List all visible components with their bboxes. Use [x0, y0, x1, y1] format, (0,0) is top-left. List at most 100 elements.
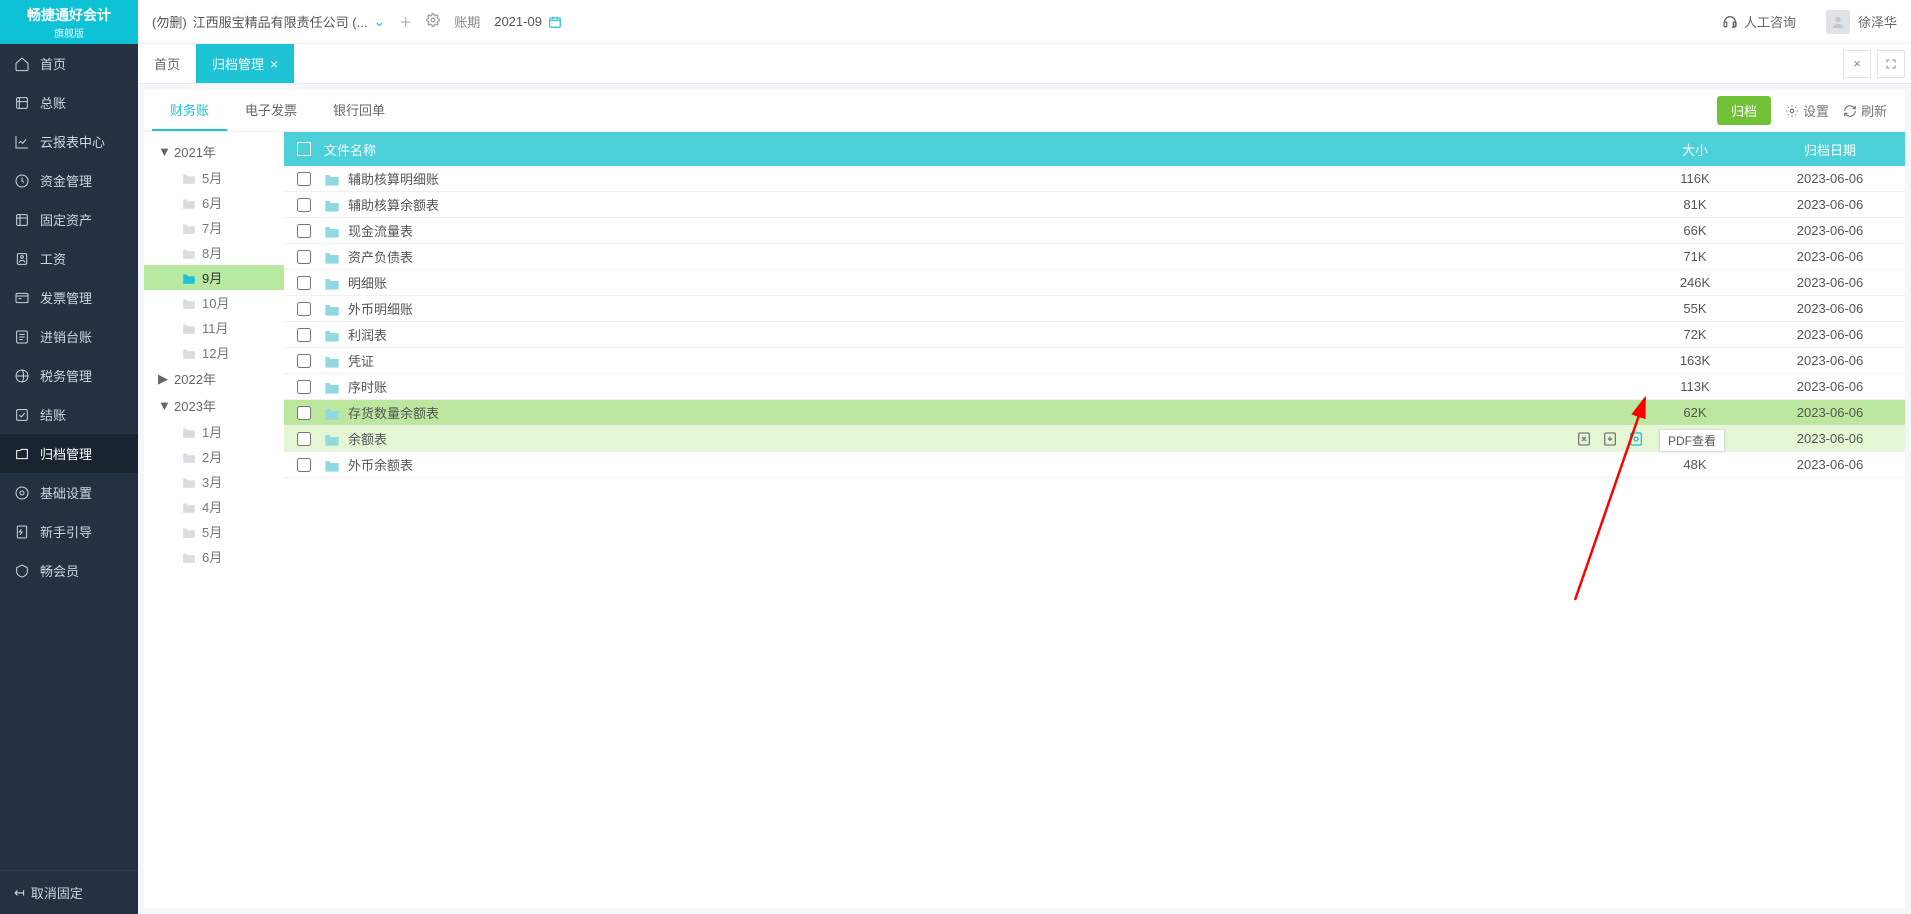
- nav-icon-7: [14, 329, 30, 345]
- table-row[interactable]: 外币明细账 55K 2023-06-06: [284, 296, 1905, 322]
- row-checkbox[interactable]: [297, 380, 311, 394]
- tab-home[interactable]: 首页: [138, 44, 196, 83]
- topbar: (勿删) 江西服宝精品有限责任公司 (... ⌄ ＋ 账期 2021-09 人工…: [138, 0, 1911, 44]
- tree-month[interactable]: 6月: [144, 544, 284, 569]
- user-menu[interactable]: 徐泽华: [1826, 10, 1897, 34]
- nav-item-label: 总账: [40, 93, 66, 112]
- nav-icon-4: [14, 212, 30, 228]
- gear-icon[interactable]: [426, 13, 440, 30]
- archive-button[interactable]: 归档: [1717, 96, 1771, 125]
- subtab-finance[interactable]: 财务账: [152, 90, 227, 131]
- tree-month[interactable]: 8月: [144, 240, 284, 265]
- nav-item-9[interactable]: 结账: [0, 395, 138, 434]
- table-row[interactable]: 辅助核算明细账 116K 2023-06-06: [284, 166, 1905, 192]
- sidebar-unpin-label: 取消固定: [31, 883, 83, 902]
- table-row[interactable]: 明细账 246K 2023-06-06: [284, 270, 1905, 296]
- tab-fullscreen[interactable]: [1877, 50, 1905, 78]
- row-checkbox[interactable]: [297, 276, 311, 290]
- tree-month[interactable]: 6月: [144, 190, 284, 215]
- table-row[interactable]: 余额表 PDF查看 3K 2023-06-06: [284, 426, 1905, 452]
- nav-icon-11: [14, 485, 30, 501]
- nav-item-label: 归档管理: [40, 444, 92, 463]
- file-date: 2023-06-06: [1755, 431, 1905, 446]
- nav-item-label: 资金管理: [40, 171, 92, 190]
- human-consult[interactable]: 人工咨询: [1722, 12, 1796, 31]
- subtab-einvoice[interactable]: 电子发票: [227, 90, 315, 131]
- nav-item-2[interactable]: 云报表中心: [0, 122, 138, 161]
- nav-icon-13: [14, 563, 30, 579]
- row-checkbox[interactable]: [297, 302, 311, 316]
- file-date: 2023-06-06: [1755, 405, 1905, 420]
- nav-item-0[interactable]: 首页: [0, 44, 138, 83]
- nav-item-1[interactable]: 总账: [0, 83, 138, 122]
- row-checkbox[interactable]: [297, 224, 311, 238]
- period-picker[interactable]: 2021-09: [494, 14, 562, 29]
- row-checkbox[interactable]: [297, 406, 311, 420]
- row-checkbox[interactable]: [297, 354, 311, 368]
- tree-month[interactable]: 5月: [144, 165, 284, 190]
- select-all-checkbox[interactable]: [297, 142, 311, 156]
- row-checkbox[interactable]: [297, 198, 311, 212]
- tree-month[interactable]: 3月: [144, 469, 284, 494]
- subtab-bankreceipt[interactable]: 银行回单: [315, 90, 403, 131]
- tree-year-2021[interactable]: ▼2021年: [144, 138, 284, 165]
- table-row[interactable]: 存货数量余额表 62K 2023-06-06: [284, 400, 1905, 426]
- nav-item-3[interactable]: 资金管理: [0, 161, 138, 200]
- nav-item-6[interactable]: 发票管理: [0, 278, 138, 317]
- pdf-view-icon[interactable]: [1627, 430, 1645, 448]
- excel-download-icon[interactable]: [1575, 430, 1593, 448]
- settings-link[interactable]: 设置: [1785, 101, 1829, 120]
- row-checkbox[interactable]: [297, 458, 311, 472]
- file-size: 72K: [1635, 327, 1755, 342]
- folder-icon: [182, 451, 196, 463]
- table-row[interactable]: 利润表 72K 2023-06-06: [284, 322, 1905, 348]
- nav-item-label: 新手引导: [40, 522, 92, 541]
- table-row[interactable]: 凭证 163K 2023-06-06: [284, 348, 1905, 374]
- tab-archive[interactable]: 归档管理 ×: [196, 44, 294, 83]
- table-row[interactable]: 现金流量表 66K 2023-06-06: [284, 218, 1905, 244]
- table-row[interactable]: 外币余额表 48K 2023-06-06: [284, 452, 1905, 478]
- row-checkbox[interactable]: [297, 172, 311, 186]
- nav-item-10[interactable]: 归档管理: [0, 434, 138, 473]
- refresh-link[interactable]: 刷新: [1843, 101, 1887, 120]
- main-area: (勿删) 江西服宝精品有限责任公司 (... ⌄ ＋ 账期 2021-09 人工…: [138, 0, 1911, 914]
- add-icon[interactable]: ＋: [399, 12, 412, 31]
- file-size: 48K: [1635, 457, 1755, 472]
- table-row[interactable]: 序时账 113K 2023-06-06: [284, 374, 1905, 400]
- nav-item-12[interactable]: 新手引导: [0, 512, 138, 551]
- nav-item-11[interactable]: 基础设置: [0, 473, 138, 512]
- sidebar-unpin[interactable]: ↤ 取消固定: [0, 870, 138, 914]
- pdf-download-icon[interactable]: [1601, 430, 1619, 448]
- nav-item-label: 固定资产: [40, 210, 92, 229]
- tree-month[interactable]: 9月: [144, 265, 284, 290]
- nav-item-5[interactable]: 工资: [0, 239, 138, 278]
- row-checkbox[interactable]: [297, 432, 311, 446]
- company-selector[interactable]: (勿删) 江西服宝精品有限责任公司 (... ⌄: [152, 12, 385, 31]
- tab-close-all[interactable]: ×: [1843, 50, 1871, 78]
- tree-month[interactable]: 10月: [144, 290, 284, 315]
- close-icon[interactable]: ×: [270, 56, 278, 72]
- refresh-link-label: 刷新: [1861, 101, 1887, 120]
- nav-item-4[interactable]: 固定资产: [0, 200, 138, 239]
- nav-item-13[interactable]: 畅会员: [0, 551, 138, 590]
- row-checkbox[interactable]: [297, 328, 311, 342]
- tree-month[interactable]: 4月: [144, 494, 284, 519]
- tree-month[interactable]: 12月: [144, 340, 284, 365]
- tree-month[interactable]: 1月: [144, 419, 284, 444]
- tree-year-2022[interactable]: ▶2022年: [144, 365, 284, 392]
- nav-icon-0: [14, 56, 30, 72]
- tree-month[interactable]: 7月: [144, 215, 284, 240]
- tree-month[interactable]: 11月: [144, 315, 284, 340]
- table-row[interactable]: 辅助核算余额表 81K 2023-06-06: [284, 192, 1905, 218]
- table-row[interactable]: 资产负债表 71K 2023-06-06: [284, 244, 1905, 270]
- nav-item-7[interactable]: 进销台账: [0, 317, 138, 356]
- tree-month[interactable]: 5月: [144, 519, 284, 544]
- tree-year-2023[interactable]: ▼2023年: [144, 392, 284, 419]
- tree-month[interactable]: 2月: [144, 444, 284, 469]
- folder-icon: [182, 322, 196, 334]
- nav-item-8[interactable]: 税务管理: [0, 356, 138, 395]
- tree-month-label: 11月: [202, 318, 229, 337]
- row-checkbox[interactable]: [297, 250, 311, 264]
- nav-item-label: 工资: [40, 249, 66, 268]
- file-table: 文件名称 大小 归档日期 辅助核算明细账 116K 2023-06-06 辅助核…: [284, 132, 1905, 908]
